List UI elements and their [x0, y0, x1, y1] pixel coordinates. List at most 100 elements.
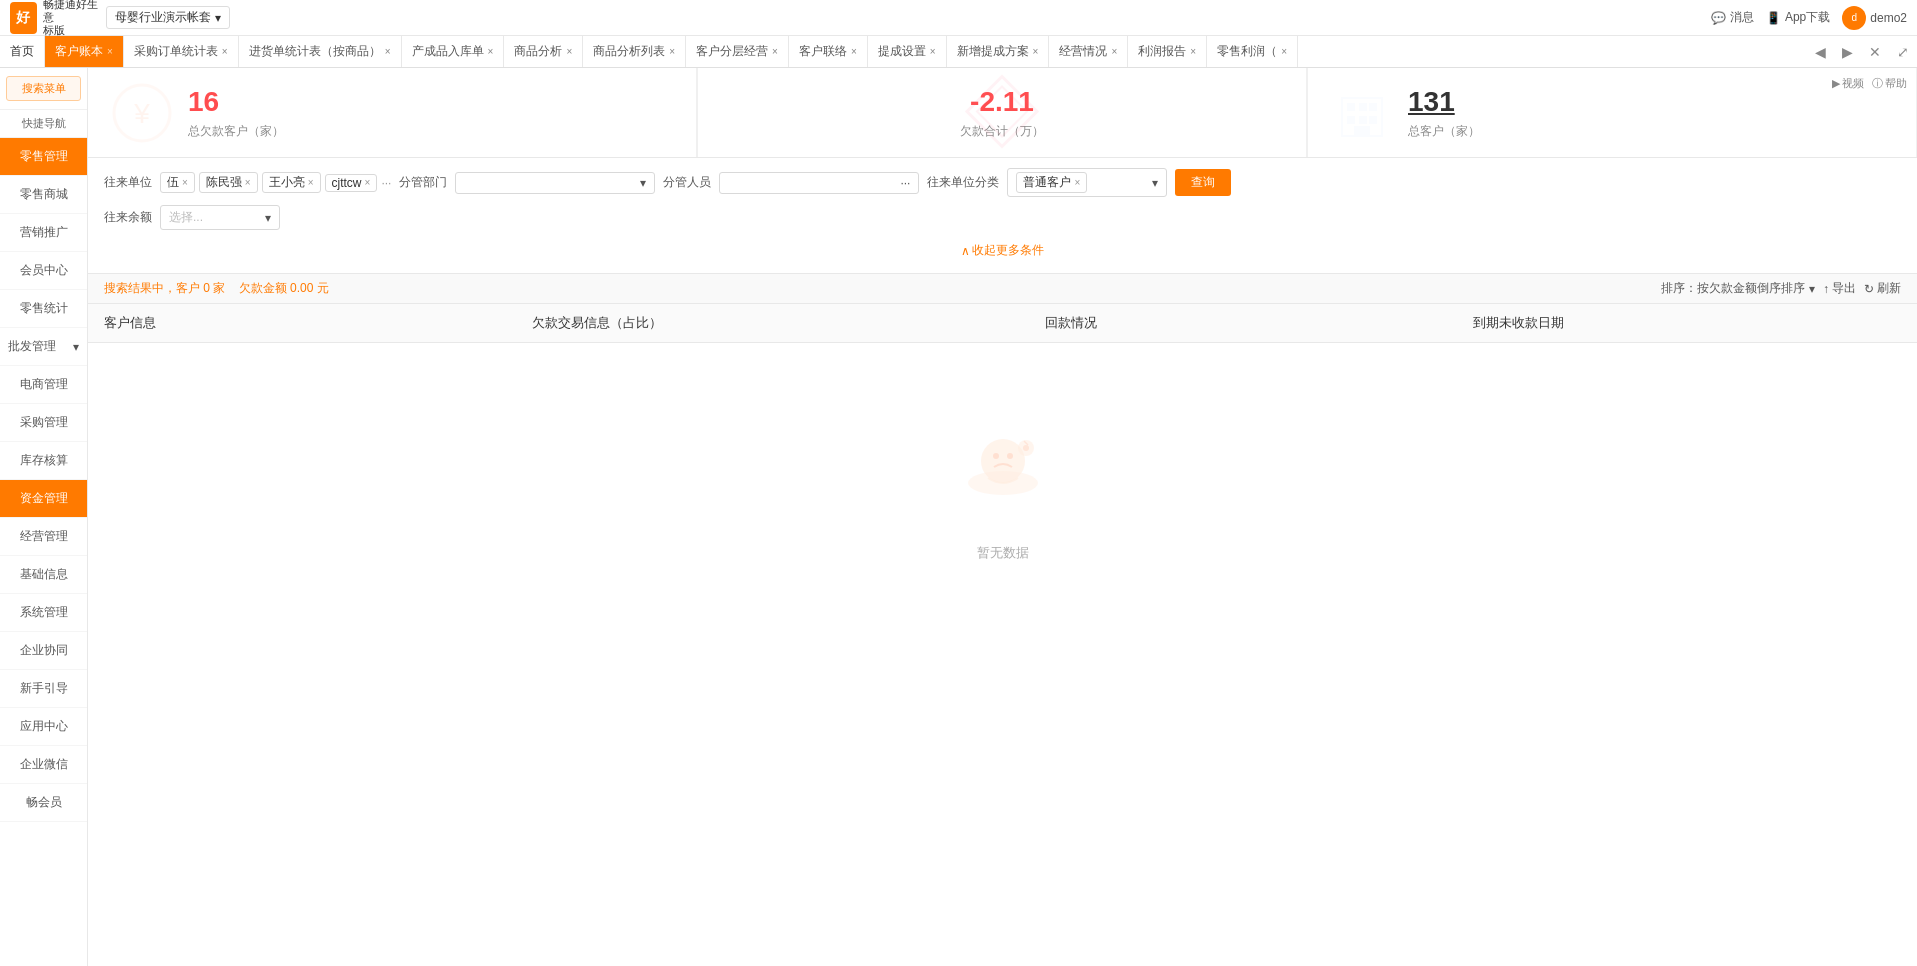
tab-profit-report[interactable]: 利润报告 ×: [1128, 36, 1207, 68]
tab-retail-profit[interactable]: 零售利润（ ×: [1207, 36, 1298, 68]
tab-close-icon[interactable]: ×: [222, 46, 228, 57]
sidebar-item-inventory[interactable]: 库存核算: [0, 442, 87, 480]
person-select[interactable]: ···: [719, 172, 919, 194]
dept-select[interactable]: ▾: [455, 172, 655, 194]
chevron-up-icon: ∧: [961, 244, 970, 258]
industry-selector[interactable]: 母婴行业演示帐套 ▾: [106, 6, 230, 29]
tab-promotion-settings[interactable]: 提成设置 ×: [868, 36, 947, 68]
tab-customer-segment[interactable]: 客户分层经营 ×: [686, 36, 789, 68]
search-menu-button[interactable]: 搜索菜单: [6, 76, 81, 101]
unit-label: 往来单位: [104, 174, 152, 191]
tab-close-icon[interactable]: ×: [107, 46, 113, 57]
tab-close-icon[interactable]: ×: [930, 46, 936, 57]
sidebar: 搜索菜单 快捷导航 零售管理 零售商城 营销推广 会员中心 零售统计 批发管理 …: [0, 68, 88, 966]
unit-tag-cjttcw: cjttcw ×: [325, 174, 378, 192]
tab-close-icon[interactable]: ×: [1281, 46, 1287, 57]
stat-value-total-customers: 131: [1408, 85, 1480, 119]
message-icon: 💬: [1711, 11, 1726, 25]
play-icon: ▶: [1832, 77, 1840, 90]
empty-icon: [958, 423, 1048, 532]
export-button[interactable]: ↑ 导出: [1823, 280, 1856, 297]
tab-close-icon[interactable]: ×: [385, 46, 391, 57]
sidebar-item-purchase-mgmt[interactable]: 采购管理: [0, 404, 87, 442]
tab-product-analysis[interactable]: 商品分析 ×: [504, 36, 583, 68]
sidebar-item-member-center[interactable]: 会员中心: [0, 252, 87, 290]
sidebar-item-member-card[interactable]: 畅会员: [0, 784, 87, 822]
empty-state: 暂无数据: [88, 343, 1917, 642]
sidebar-item-system-mgmt[interactable]: 系统管理: [0, 594, 87, 632]
table-col-debt-info: 欠款交易信息（占比）: [532, 314, 1045, 332]
tab-customer-contact[interactable]: 客户联络 ×: [789, 36, 868, 68]
sidebar-item-wholesale-mgmt[interactable]: 批发管理 ▾: [0, 328, 87, 366]
stat-icon-yuan: ¥: [112, 83, 172, 143]
unit-tag-wu: 伍 ×: [160, 172, 195, 193]
tab-close-icon[interactable]: ×: [669, 46, 675, 57]
sidebar-item-ecommerce[interactable]: 电商管理: [0, 366, 87, 404]
tab-scroll-right[interactable]: ▶: [1834, 44, 1861, 60]
tab-close-icon[interactable]: ×: [1111, 46, 1117, 57]
sidebar-item-enterprise-collab[interactable]: 企业协同: [0, 632, 87, 670]
tag-close-normal[interactable]: ×: [1074, 177, 1080, 188]
chevron-down-icon: ▾: [265, 211, 271, 225]
stat-info-total-customers: 131 总客户（家）: [1408, 85, 1480, 140]
tab-customer-accounts[interactable]: 客户账本 ×: [45, 36, 124, 68]
tab-new-promotion[interactable]: 新增提成方案 ×: [947, 36, 1050, 68]
help-button[interactable]: ⓘ 帮助: [1872, 76, 1907, 91]
tab-close-icon[interactable]: ×: [488, 46, 494, 57]
empty-state-text: 暂无数据: [977, 544, 1029, 562]
stat-block-total-customers: 131 总客户（家）: [1308, 68, 1917, 157]
top-bar-left: 好 畅捷通好生意 标版 母婴行业演示帐套 ▾: [10, 0, 230, 37]
tag-close-wang[interactable]: ×: [308, 177, 314, 188]
tab-close-icon[interactable]: ×: [851, 46, 857, 57]
tag-close-cjttcw[interactable]: ×: [365, 177, 371, 188]
sidebar-item-retail-mall[interactable]: 零售商城: [0, 176, 87, 214]
quick-nav-button[interactable]: 快捷导航: [0, 110, 87, 138]
search-result-bar: 搜索结果中，客户 0 家 欠款金额 0.00 元 排序：按欠款金额倒序排序 ▾ …: [88, 274, 1917, 304]
user-avatar[interactable]: d demo2: [1842, 6, 1907, 30]
tab-home[interactable]: 首页: [0, 36, 45, 68]
unit-type-select[interactable]: 普通客户 × ▾: [1007, 168, 1167, 197]
message-button[interactable]: 💬 消息: [1711, 9, 1754, 26]
collapse-button[interactable]: ∧ 收起更多条件: [957, 238, 1048, 263]
logo-text: 畅捷通好生意 标版: [43, 0, 98, 37]
tab-close-icon[interactable]: ×: [772, 46, 778, 57]
search-actions: 排序：按欠款金额倒序排序 ▾ ↑ 导出 ↻ 刷新: [1661, 280, 1901, 297]
chevron-down-icon: ▾: [640, 176, 646, 190]
sidebar-item-retail-stats[interactable]: 零售统计: [0, 290, 87, 328]
tab-scroll-left[interactable]: ◀: [1807, 44, 1834, 60]
refresh-button[interactable]: ↻ 刷新: [1864, 280, 1901, 297]
tab-product-analysis-list[interactable]: 商品分析列表 ×: [583, 36, 686, 68]
sidebar-item-marketing[interactable]: 营销推广: [0, 214, 87, 252]
collapse-row: ∧ 收起更多条件: [104, 238, 1901, 263]
sidebar-item-finance-mgmt[interactable]: 资金管理: [0, 480, 87, 518]
more-tags-button[interactable]: ···: [381, 176, 391, 190]
sidebar-item-enterprise-wechat[interactable]: 企业微信: [0, 746, 87, 784]
sort-selector[interactable]: 排序：按欠款金额倒序排序 ▾: [1661, 280, 1815, 297]
tab-close-icon[interactable]: ×: [1190, 46, 1196, 57]
person-label: 分管人员: [663, 174, 711, 191]
svg-rect-7: [1369, 103, 1377, 111]
tab-purchase-order-stats[interactable]: 采购订单统计表 ×: [124, 36, 239, 68]
svg-text:¥: ¥: [133, 98, 150, 129]
sidebar-item-basic-info[interactable]: 基础信息: [0, 556, 87, 594]
tab-maximize[interactable]: ⤢: [1889, 44, 1917, 60]
app-download-button[interactable]: 📱 App下载: [1766, 9, 1830, 26]
tab-close-all[interactable]: ✕: [1861, 44, 1889, 60]
remaining-select[interactable]: 选择... ▾: [160, 205, 280, 230]
tab-close-icon[interactable]: ×: [566, 46, 572, 57]
dept-label: 分管部门: [399, 174, 447, 191]
tab-close-icon[interactable]: ×: [1033, 46, 1039, 57]
tag-close-chen[interactable]: ×: [245, 177, 251, 188]
logo-icon: 好: [10, 2, 37, 34]
tab-product-inbound[interactable]: 产成品入库单 ×: [402, 36, 505, 68]
sidebar-item-business-mgmt[interactable]: 经营管理: [0, 518, 87, 556]
sidebar-item-app-center[interactable]: 应用中心: [0, 708, 87, 746]
sidebar-item-retail-mgmt[interactable]: 零售管理: [0, 138, 87, 176]
tag-close-wu[interactable]: ×: [182, 177, 188, 188]
tab-business-situation[interactable]: 经营情况 ×: [1049, 36, 1128, 68]
tab-inbound-stats[interactable]: 进货单统计表（按商品） ×: [239, 36, 402, 68]
query-button[interactable]: 查询: [1175, 169, 1231, 196]
video-help-button[interactable]: ▶ 视频: [1832, 76, 1864, 91]
sidebar-item-newcomer-guide[interactable]: 新手引导: [0, 670, 87, 708]
top-bar-right: 💬 消息 📱 App下载 d demo2: [1711, 6, 1907, 30]
